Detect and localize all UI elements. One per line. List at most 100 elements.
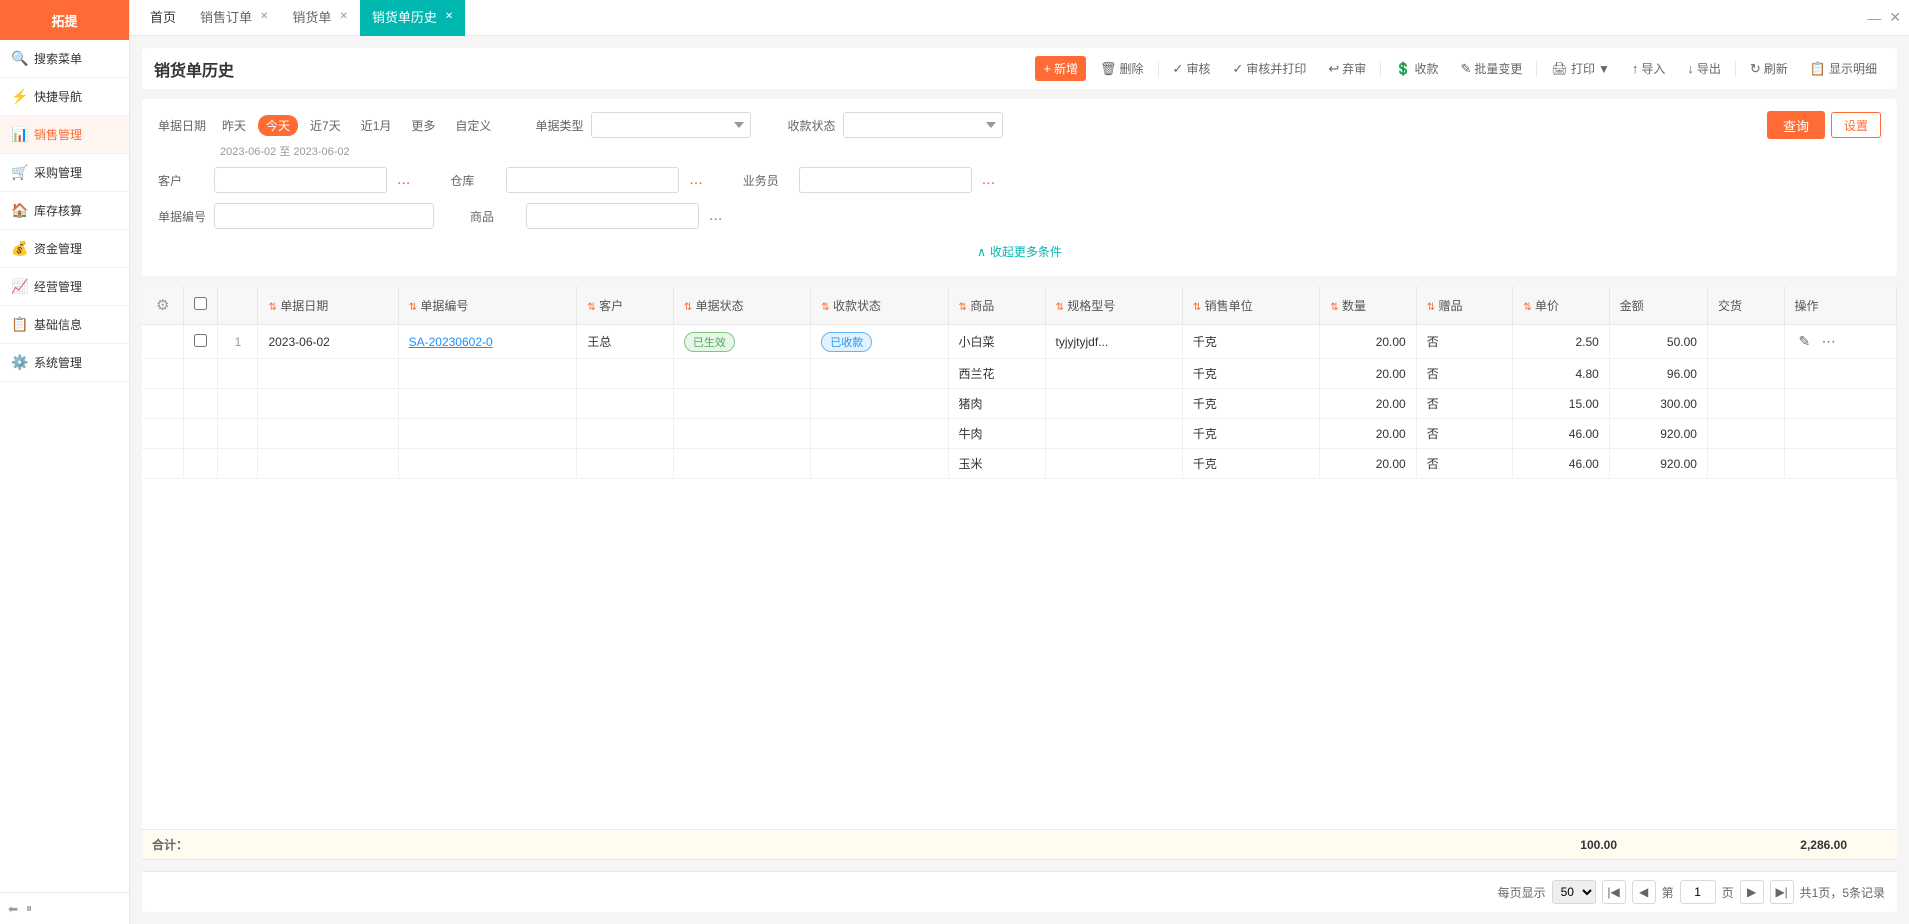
show-detail-label: 显示明细 xyxy=(1829,60,1877,77)
batch-change-button[interactable]: ✎ 批量变更 xyxy=(1453,56,1531,81)
sidebar-item-sales-mgmt[interactable]: 📊 销售管理 xyxy=(0,116,129,154)
select-all-checkbox[interactable] xyxy=(194,297,207,310)
abandon-button[interactable]: ↩ 弃审 xyxy=(1320,56,1374,81)
row-spec xyxy=(1045,359,1182,389)
sort-icon9[interactable]: ⇅ xyxy=(1330,302,1338,313)
sort-icon6[interactable]: ⇅ xyxy=(959,302,967,313)
sidebar-item-search-menu[interactable]: 🔍 搜索菜单 xyxy=(0,40,129,78)
sort-icon7[interactable]: ⇅ xyxy=(1056,302,1064,313)
window-close-icon[interactable]: ✕ xyxy=(1889,9,1901,26)
audit-button[interactable]: ✓ 审核 xyxy=(1165,56,1219,81)
warehouse-input[interactable] xyxy=(506,167,679,193)
table-hscroll[interactable] xyxy=(142,859,1897,871)
row-no-cell xyxy=(218,359,258,389)
add-button[interactable]: + 新增 xyxy=(1035,56,1086,81)
page-input[interactable]: 1 xyxy=(1680,880,1716,904)
refresh-button[interactable]: ↻ 刷新 xyxy=(1742,56,1796,81)
customer-input[interactable] xyxy=(214,167,387,193)
print-icon: 🖨 xyxy=(1551,61,1568,77)
sidebar-item-finance[interactable]: 💰 资金管理 xyxy=(0,230,129,268)
salesperson-ellipsis-btn[interactable]: ... xyxy=(978,171,999,189)
row-doc-date xyxy=(258,389,398,419)
col-qty: ⇅ 数量 xyxy=(1320,286,1417,325)
tab-sales-goods[interactable]: 销货单 ✕ xyxy=(280,0,359,36)
sort-icon4[interactable]: ⇅ xyxy=(684,302,692,313)
sidebar-item-purchase-mgmt[interactable]: 🛒 采购管理 xyxy=(0,154,129,192)
sidebar-item-operations[interactable]: 📈 经营管理 xyxy=(0,268,129,306)
collect-button[interactable]: 💲 收款 xyxy=(1387,56,1446,81)
table-gear-btn[interactable]: ⚙ xyxy=(152,294,173,316)
col-goods: ⇅ 商品 xyxy=(948,286,1045,325)
tab-bar: 首页 销售订单 ✕ 销货单 ✕ 销货单历史 ✕ — ✕ xyxy=(130,0,1909,36)
audit-print-button[interactable]: ✓ 审核并打印 xyxy=(1224,56,1314,81)
tab-sales-order-label: 销售订单 xyxy=(200,7,252,26)
delete-button[interactable]: 🗑 删除 xyxy=(1092,56,1152,81)
first-page-btn[interactable]: |◀ xyxy=(1602,880,1626,904)
doc-no-input[interactable] xyxy=(214,203,434,229)
sort-icon5[interactable]: ⇅ xyxy=(821,302,829,313)
col-unit: ⇅ 销售单位 xyxy=(1182,286,1319,325)
sort-icon2[interactable]: ⇅ xyxy=(409,302,417,313)
tab-sales-history-close[interactable]: ✕ xyxy=(445,11,453,22)
sidebar-collapse-icon[interactable]: ⬅ xyxy=(8,902,18,916)
goods-ellipsis-btn[interactable]: ... xyxy=(705,207,726,225)
doc-type-filter-item: 单据类型 xyxy=(535,112,751,138)
sort-icon11[interactable]: ⇅ xyxy=(1523,302,1531,313)
tab-sales-order-close[interactable]: ✕ xyxy=(260,11,268,22)
sidebar-item-system-mgmt[interactable]: ⚙️ 系统管理 xyxy=(0,344,129,382)
settings-button[interactable]: 设置 xyxy=(1831,112,1881,138)
row-unit: 千克 xyxy=(1182,359,1319,389)
sidebar-item-quick-nav[interactable]: ⚡ 快捷导航 xyxy=(0,78,129,116)
window-minimize-icon[interactable]: — xyxy=(1867,10,1881,26)
tab-sales-goods-close[interactable]: ✕ xyxy=(339,11,347,22)
sort-icon[interactable]: ⇅ xyxy=(268,302,276,313)
warehouse-ellipsis-btn[interactable]: ... xyxy=(685,171,706,189)
date-tag-7days[interactable]: 近7天 xyxy=(302,115,349,136)
last-page-btn[interactable]: ▶| xyxy=(1770,880,1794,904)
sidebar-item-inventory[interactable]: 🏠 库存核算 xyxy=(0,192,129,230)
row-trade xyxy=(1707,449,1784,479)
page-size-select[interactable]: 50 xyxy=(1552,880,1596,904)
row-price: 46.00 xyxy=(1513,419,1610,449)
sort-icon10[interactable]: ⇅ xyxy=(1427,302,1435,313)
page-header: 销货单历史 + 新增 🗑 删除 ✓ 审核 ✓ 审核并打印 xyxy=(142,48,1897,89)
sort-icon8[interactable]: ⇅ xyxy=(1193,302,1201,313)
date-tag-1month[interactable]: 近1月 xyxy=(353,115,400,136)
col-trade-label: 交货 xyxy=(1718,299,1742,313)
doc-type-select[interactable] xyxy=(591,112,751,138)
abandon-label: 弃审 xyxy=(1342,60,1366,77)
customer-ellipsis-btn[interactable]: ... xyxy=(393,171,414,189)
tab-sales-order[interactable]: 销售订单 ✕ xyxy=(188,0,280,36)
prev-page-btn[interactable]: ◀ xyxy=(1632,880,1656,904)
doc-no-link[interactable]: SA-20230602-0 xyxy=(409,335,493,349)
next-page-btn[interactable]: ▶ xyxy=(1740,880,1764,904)
row-unit: 千克 xyxy=(1182,325,1319,359)
filter-row-3: 单据编号 商品 ... xyxy=(158,203,1881,229)
tab-home[interactable]: 首页 xyxy=(138,0,188,36)
date-tag-yesterday[interactable]: 昨天 xyxy=(214,115,254,136)
row-collect-status xyxy=(811,449,948,479)
table-scroll[interactable]: ⚙ ⇅ 单据日期 ⇅ 单据编 xyxy=(142,286,1897,829)
date-tag-today[interactable]: 今天 xyxy=(258,115,298,136)
edit-btn[interactable]: ✎ xyxy=(1795,331,1815,352)
export-button[interactable]: ↓ 导出 xyxy=(1679,56,1729,81)
sidebar-item-base-info[interactable]: 📋 基础信息 xyxy=(0,306,129,344)
salesperson-input[interactable] xyxy=(799,167,972,193)
tab-sales-history[interactable]: 销货单历史 ✕ xyxy=(360,0,465,36)
show-detail-button[interactable]: 📋 显示明细 xyxy=(1802,56,1885,81)
more-btn[interactable]: ⋯ xyxy=(1818,331,1840,352)
col-doc-status: ⇅ 单据状态 xyxy=(673,286,810,325)
query-button[interactable]: 查询 xyxy=(1767,111,1825,139)
sidebar-pause-icon[interactable]: ⏸ xyxy=(26,901,32,916)
row-checkbox[interactable] xyxy=(194,334,207,347)
sort-icon3[interactable]: ⇅ xyxy=(587,302,595,313)
table-footer: 合计： 100.00 2,286.00 xyxy=(142,829,1897,859)
abandon-icon: ↩ xyxy=(1328,61,1339,77)
filter-collapse-btn[interactable]: ∧ 收起更多条件 xyxy=(158,239,1881,264)
collect-status-select[interactable] xyxy=(843,112,1003,138)
date-tag-custom[interactable]: 自定义 xyxy=(447,115,499,136)
date-tag-more[interactable]: 更多 xyxy=(403,115,443,136)
print-button[interactable]: 🖨 打印 ▼ xyxy=(1543,56,1617,81)
import-button[interactable]: ↑ 导入 xyxy=(1624,56,1674,81)
goods-input[interactable] xyxy=(526,203,699,229)
